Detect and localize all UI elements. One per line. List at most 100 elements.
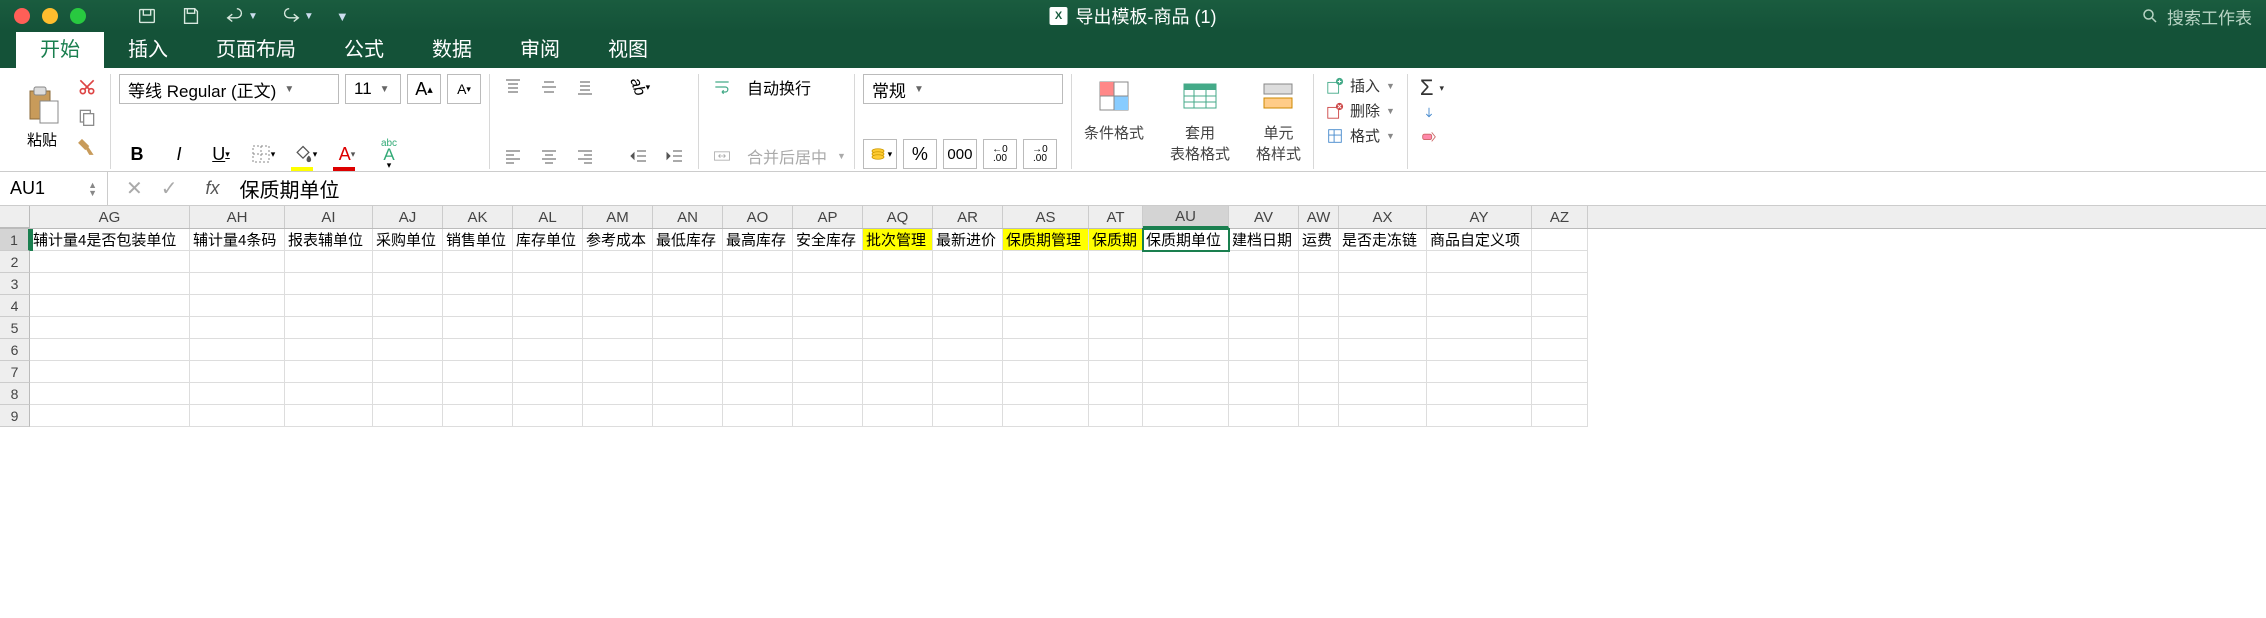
cell-AZ8[interactable]	[1532, 383, 1588, 405]
align-middle-button[interactable]	[534, 74, 564, 100]
cell-AT4[interactable]	[1089, 295, 1143, 317]
cell-AK2[interactable]	[443, 251, 513, 273]
close-window-button[interactable]	[14, 8, 30, 24]
cut-button[interactable]	[72, 74, 102, 100]
cell-AI9[interactable]	[285, 405, 373, 427]
cell-AN7[interactable]	[653, 361, 723, 383]
align-top-button[interactable]	[498, 74, 528, 100]
cell-AH5[interactable]	[190, 317, 285, 339]
cell-AK1[interactable]: 销售单位	[443, 229, 513, 251]
cell-AN5[interactable]	[653, 317, 723, 339]
ribbon-tab-4[interactable]: 数据	[408, 27, 496, 68]
cell-AK3[interactable]	[443, 273, 513, 295]
cell-AX7[interactable]	[1339, 361, 1427, 383]
cell-AQ8[interactable]	[863, 383, 933, 405]
col-header-AH[interactable]: AH	[190, 206, 285, 228]
cell-AI7[interactable]	[285, 361, 373, 383]
cell-AW8[interactable]	[1299, 383, 1339, 405]
cell-AR5[interactable]	[933, 317, 1003, 339]
cell-AR2[interactable]	[933, 251, 1003, 273]
clear-button[interactable]	[1416, 126, 1448, 146]
cell-AS6[interactable]	[1003, 339, 1089, 361]
cell-AQ6[interactable]	[863, 339, 933, 361]
cell-AS4[interactable]	[1003, 295, 1089, 317]
align-bottom-button[interactable]	[570, 74, 600, 100]
cell-AK5[interactable]	[443, 317, 513, 339]
cell-AZ2[interactable]	[1532, 251, 1588, 273]
cell-AJ8[interactable]	[373, 383, 443, 405]
col-header-AI[interactable]: AI	[285, 206, 373, 228]
cell-AL6[interactable]	[513, 339, 583, 361]
col-header-AS[interactable]: AS	[1003, 206, 1089, 228]
cell-AY8[interactable]	[1427, 383, 1532, 405]
cell-AV7[interactable]	[1229, 361, 1299, 383]
cell-AN8[interactable]	[653, 383, 723, 405]
border-button[interactable]: ▾	[245, 139, 281, 169]
format-painter-button[interactable]	[72, 134, 102, 160]
decrease-indent-button[interactable]	[624, 143, 654, 169]
cell-AP1[interactable]: 安全库存	[793, 229, 863, 251]
cell-AP7[interactable]	[793, 361, 863, 383]
cell-AU3[interactable]	[1143, 273, 1229, 295]
fill-button[interactable]	[1416, 104, 1448, 124]
cell-AO4[interactable]	[723, 295, 793, 317]
cell-AM8[interactable]	[583, 383, 653, 405]
cell-AW4[interactable]	[1299, 295, 1339, 317]
cell-AP3[interactable]	[793, 273, 863, 295]
cell-AY4[interactable]	[1427, 295, 1532, 317]
font-size-combo[interactable]: 11▼	[345, 74, 401, 104]
cell-AS2[interactable]	[1003, 251, 1089, 273]
cell-AQ4[interactable]	[863, 295, 933, 317]
cell-AL2[interactable]	[513, 251, 583, 273]
name-box[interactable]: AU1▲▼	[0, 172, 108, 205]
cell-AG6[interactable]	[30, 339, 190, 361]
row-header-4[interactable]: 4	[0, 295, 30, 317]
row-header-6[interactable]: 6	[0, 339, 30, 361]
cell-AL7[interactable]	[513, 361, 583, 383]
cell-AV2[interactable]	[1229, 251, 1299, 273]
cell-AO7[interactable]	[723, 361, 793, 383]
col-header-AW[interactable]: AW	[1299, 206, 1339, 228]
cell-AI3[interactable]	[285, 273, 373, 295]
cell-AI2[interactable]	[285, 251, 373, 273]
cell-AG9[interactable]	[30, 405, 190, 427]
cell-AL3[interactable]	[513, 273, 583, 295]
cell-AV4[interactable]	[1229, 295, 1299, 317]
cell-AJ1[interactable]: 采购单位	[373, 229, 443, 251]
cell-AK7[interactable]	[443, 361, 513, 383]
cell-AS1[interactable]: 保质期管理	[1003, 229, 1089, 251]
cell-AH6[interactable]	[190, 339, 285, 361]
cell-AN3[interactable]	[653, 273, 723, 295]
cell-AR6[interactable]	[933, 339, 1003, 361]
col-header-AG[interactable]: AG	[30, 206, 190, 228]
cell-AX4[interactable]	[1339, 295, 1427, 317]
cell-AZ3[interactable]	[1532, 273, 1588, 295]
col-header-AV[interactable]: AV	[1229, 206, 1299, 228]
cell-AG7[interactable]	[30, 361, 190, 383]
cell-AH4[interactable]	[190, 295, 285, 317]
cell-AT2[interactable]	[1089, 251, 1143, 273]
cell-AM2[interactable]	[583, 251, 653, 273]
decrease-font-button[interactable]: A▾	[447, 74, 481, 104]
cell-AL8[interactable]	[513, 383, 583, 405]
fx-icon[interactable]: fx	[196, 178, 230, 199]
cell-AS5[interactable]	[1003, 317, 1089, 339]
col-header-AK[interactable]: AK	[443, 206, 513, 228]
cell-AP9[interactable]	[793, 405, 863, 427]
font-name-combo[interactable]: 等线 Regular (正文)▼	[119, 74, 339, 104]
zoom-window-button[interactable]	[70, 8, 86, 24]
cell-AN9[interactable]	[653, 405, 723, 427]
cell-AL1[interactable]: 库存单位	[513, 229, 583, 251]
save-icon[interactable]	[180, 5, 202, 27]
cell-AM5[interactable]	[583, 317, 653, 339]
cell-AV8[interactable]	[1229, 383, 1299, 405]
copy-button[interactable]	[72, 104, 102, 130]
number-format-combo[interactable]: 常规▼	[863, 74, 1063, 104]
cell-AJ9[interactable]	[373, 405, 443, 427]
autosum-button[interactable]: Σ▾	[1416, 74, 1448, 102]
cell-AY1[interactable]: 商品自定义项	[1427, 229, 1532, 251]
cell-AH1[interactable]: 辅计量4条码	[190, 229, 285, 251]
cell-AL5[interactable]	[513, 317, 583, 339]
cell-AZ9[interactable]	[1532, 405, 1588, 427]
cell-AG5[interactable]	[30, 317, 190, 339]
